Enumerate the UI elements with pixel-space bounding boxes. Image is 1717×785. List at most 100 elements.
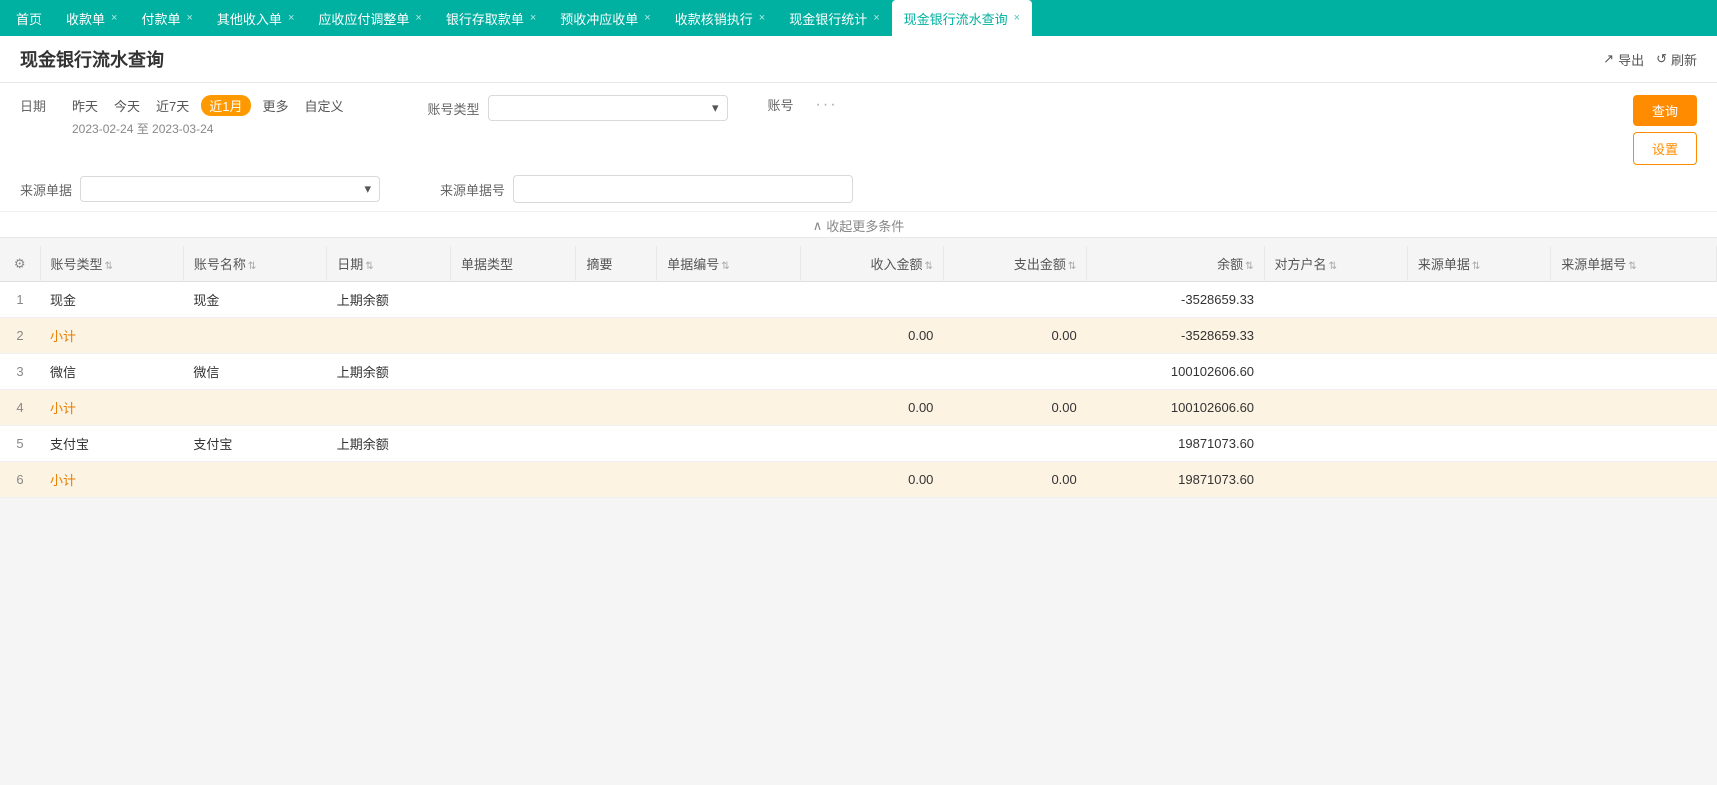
date-range: 2023-02-24 至 2023-03-24: [72, 122, 213, 136]
close-icon[interactable]: ×: [644, 12, 650, 24]
sort-icon[interactable]: ⇅: [925, 261, 933, 272]
row-number: 5: [0, 426, 40, 462]
sort-icon[interactable]: ⇅: [1068, 261, 1076, 272]
date-opt-yesterday[interactable]: 昨天: [68, 95, 102, 116]
cell-account-type: 小计: [40, 462, 183, 498]
sort-icon[interactable]: ⇅: [248, 261, 256, 272]
source-doc-select[interactable]: ▾: [80, 176, 380, 202]
cell-account-type: 支付宝: [40, 426, 183, 462]
cell-source-doc: [1407, 318, 1550, 354]
cell-doc-no: [657, 318, 800, 354]
cell-source-doc: [1407, 462, 1550, 498]
cell-income: [800, 282, 943, 318]
cell-balance: 19871073.60: [1087, 462, 1264, 498]
source-doc-num-label: 来源单据号: [440, 180, 505, 199]
cell-doc-no: [657, 282, 800, 318]
cell-account-name: 微信: [183, 354, 326, 390]
cell-expense: [943, 426, 1086, 462]
sort-icon[interactable]: ⇅: [1628, 261, 1636, 272]
close-icon[interactable]: ×: [873, 12, 879, 24]
sort-icon[interactable]: ⇅: [721, 261, 729, 272]
col-date: 日期⇅: [327, 246, 451, 282]
close-icon[interactable]: ×: [111, 12, 117, 24]
close-icon[interactable]: ×: [186, 12, 192, 24]
cell-income: 0.00: [800, 390, 943, 426]
cell-doc-no: [657, 390, 800, 426]
account-label: 账号: [768, 95, 808, 114]
nav-cash-flow[interactable]: 现金银行流水查询 ×: [892, 0, 1032, 36]
cell-account-name: 支付宝: [183, 426, 326, 462]
nav-payments[interactable]: 付款单 ×: [129, 0, 204, 36]
account-type-select[interactable]: ▾: [488, 95, 728, 121]
col-income: 收入金额⇅: [800, 246, 943, 282]
cell-balance: 100102606.60: [1087, 390, 1264, 426]
nav-cash-stats[interactable]: 现金银行统计 ×: [777, 0, 891, 36]
source-doc-num-input[interactable]: [513, 175, 853, 203]
cell-counterpart: [1264, 390, 1407, 426]
nav-home[interactable]: 首页: [4, 0, 54, 36]
sort-icon[interactable]: ⇅: [105, 261, 113, 272]
nav-ar-ap-adjust[interactable]: 应收应付调整单 ×: [306, 0, 433, 36]
cell-summary: [576, 390, 657, 426]
collapse-row: ∧ 收起更多条件: [0, 211, 1717, 237]
col-summary: 摘要: [576, 246, 657, 282]
cell-balance: -3528659.33: [1087, 282, 1264, 318]
data-table-container: ⚙ 账号类型⇅ 账号名称⇅ 日期⇅ 单据类型 摘要 单据编号⇅ 收入金额⇅: [0, 246, 1717, 498]
cell-expense: [943, 354, 1086, 390]
nav-other-income[interactable]: 其他收入单 ×: [205, 0, 306, 36]
close-icon[interactable]: ×: [759, 12, 765, 24]
close-icon[interactable]: ×: [530, 12, 536, 24]
sort-icon[interactable]: ⇅: [1472, 261, 1480, 272]
cell-date: 上期余额: [327, 426, 451, 462]
date-opt-7days[interactable]: 近7天: [152, 95, 193, 116]
cell-summary: [576, 426, 657, 462]
collapse-button[interactable]: ∧ 收起更多条件: [813, 216, 905, 235]
cell-doc-type: [450, 390, 575, 426]
row-number: 2: [0, 318, 40, 354]
date-opt-custom[interactable]: 自定义: [301, 95, 348, 116]
table-settings-icon[interactable]: ⚙: [14, 256, 26, 271]
settings-button[interactable]: 设置: [1633, 132, 1697, 165]
col-account-name: 账号名称⇅: [183, 246, 326, 282]
account-more-button[interactable]: ···: [816, 96, 838, 114]
data-table: ⚙ 账号类型⇅ 账号名称⇅ 日期⇅ 单据类型 摘要 单据编号⇅ 收入金额⇅: [0, 246, 1717, 498]
top-nav: 首页 收款单 × 付款单 × 其他收入单 × 应收应付调整单 × 银行存取款单 …: [0, 0, 1717, 36]
cell-source-doc-no: [1551, 426, 1717, 462]
cell-source-doc-no: [1551, 282, 1717, 318]
sort-icon[interactable]: ⇅: [365, 261, 373, 272]
col-expense: 支出金额⇅: [943, 246, 1086, 282]
refresh-button[interactable]: ↺ 刷新: [1656, 50, 1697, 69]
nav-bank-deposit[interactable]: 银行存取款单 ×: [434, 0, 548, 36]
sort-icon[interactable]: ⇅: [1329, 261, 1337, 272]
nav-prepaid[interactable]: 预收冲应收单 ×: [548, 0, 662, 36]
col-doc-type: 单据类型: [450, 246, 575, 282]
cell-date: [327, 390, 451, 426]
refresh-icon: ↺: [1656, 51, 1667, 67]
date-opt-more[interactable]: 更多: [259, 95, 293, 116]
close-icon[interactable]: ×: [288, 12, 294, 24]
cell-source-doc-no: [1551, 390, 1717, 426]
date-opt-today[interactable]: 今天: [110, 95, 144, 116]
table-row: 1现金现金上期余额-3528659.33: [0, 282, 1717, 318]
nav-receipts[interactable]: 收款单 ×: [54, 0, 129, 36]
close-icon[interactable]: ×: [415, 12, 421, 24]
filter-area: 日期 昨天 今天 近7天 近1月 更多 自定义 2023-02-24 至 202…: [0, 83, 1717, 238]
date-options: 昨天 今天 近7天 近1月 更多 自定义: [68, 95, 348, 116]
cell-income: [800, 426, 943, 462]
cell-summary: [576, 318, 657, 354]
cell-expense: 0.00: [943, 390, 1086, 426]
cell-counterpart: [1264, 426, 1407, 462]
cell-doc-type: [450, 282, 575, 318]
close-icon[interactable]: ×: [1014, 12, 1020, 24]
nav-verify[interactable]: 收款核销执行 ×: [663, 0, 777, 36]
cell-account-type: 小计: [40, 318, 183, 354]
col-counterpart: 对方户名⇅: [1264, 246, 1407, 282]
query-button[interactable]: 查询: [1633, 95, 1697, 126]
export-button[interactable]: ↗ 导出: [1603, 50, 1644, 69]
cell-doc-type: [450, 318, 575, 354]
sort-icon[interactable]: ⇅: [1245, 261, 1253, 272]
cell-account-name: [183, 318, 326, 354]
cell-doc-type: [450, 462, 575, 498]
cell-expense: [943, 282, 1086, 318]
date-opt-1month[interactable]: 近1月: [201, 95, 250, 116]
